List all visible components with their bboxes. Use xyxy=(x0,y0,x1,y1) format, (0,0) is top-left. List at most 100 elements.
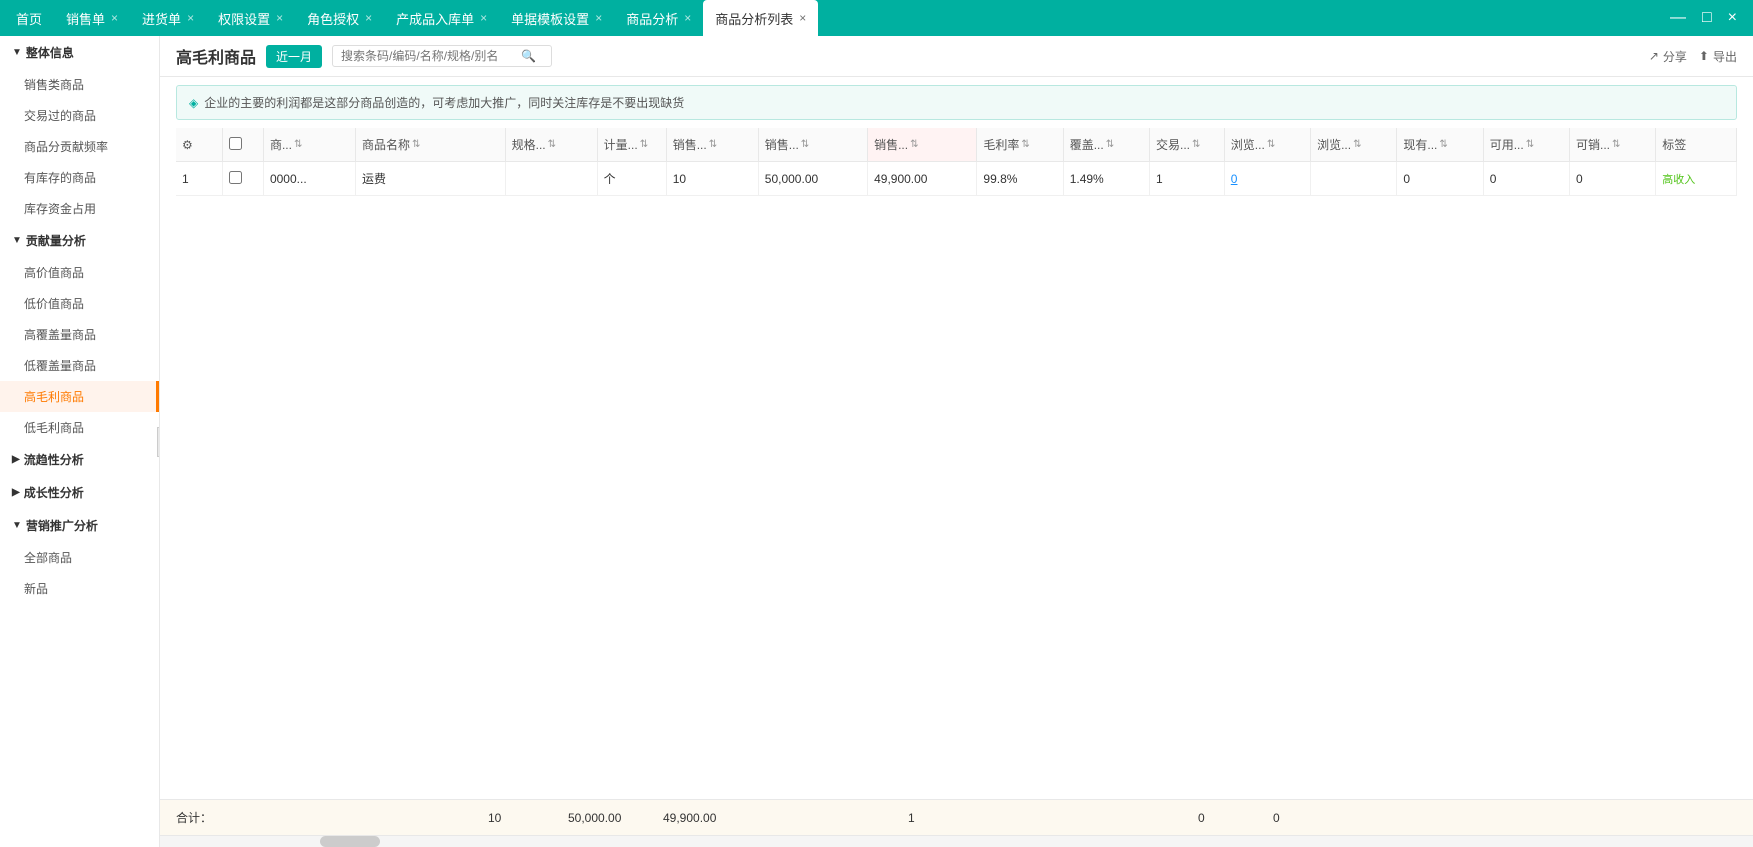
sidebar-item-low-value[interactable]: 低价值商品 xyxy=(0,288,159,319)
td-current: 0 xyxy=(1397,162,1483,196)
sort-browse2-icon[interactable]: ⇅ xyxy=(1353,139,1361,150)
search-input[interactable] xyxy=(341,49,521,63)
close-tab-analysis-list[interactable]: × xyxy=(799,11,806,25)
nav-template-settings[interactable]: 单据模板设置 × xyxy=(499,0,614,36)
sort-spec-icon[interactable]: ⇅ xyxy=(548,139,556,150)
footer-browse1 xyxy=(967,811,1042,825)
sort-browse1-icon[interactable]: ⇅ xyxy=(1267,139,1275,150)
close-tab-permission[interactable]: × xyxy=(276,11,283,25)
nav-product-analysis[interactable]: 商品分析 × xyxy=(614,0,703,36)
th-code[interactable]: 商... ⇅ xyxy=(263,128,355,162)
content-header: 高毛利商品 近一月 🔍 ↗ 分享 ⬆ 导出 xyxy=(160,36,1753,77)
main-layout: 《 ▼ 整体信息 销售类商品 交易过的商品 商品分贡献频率 有库存的商品 库存资… xyxy=(0,36,1753,847)
th-sellable[interactable]: 可销... ⇅ xyxy=(1569,128,1655,162)
td-trade: 1 xyxy=(1150,162,1225,196)
th-sales-cost[interactable]: 销售... ⇅ xyxy=(868,128,977,162)
close-tab-sales[interactable]: × xyxy=(111,11,118,25)
nav-product-analysis-list[interactable]: 商品分析列表 × xyxy=(703,0,818,36)
maximize-icon[interactable]: □ xyxy=(1698,5,1716,31)
sidebar-group-overall[interactable]: ▼ 整体信息 xyxy=(0,36,159,69)
td-check[interactable] xyxy=(222,162,263,196)
sidebar-group-trend[interactable]: ▶ 流趋性分析 xyxy=(0,443,159,476)
browse1-link[interactable]: 0 xyxy=(1231,172,1238,186)
close-tab-purchase[interactable]: × xyxy=(187,11,194,25)
td-sales-amt: 50,000.00 xyxy=(758,162,867,196)
export-button[interactable]: ⬆ 导出 xyxy=(1699,48,1737,65)
close-tab-finished[interactable]: × xyxy=(480,11,487,25)
sidebar-collapse-button[interactable]: 《 xyxy=(157,427,160,457)
th-browse2[interactable]: 浏览... ⇅ xyxy=(1311,128,1397,162)
sort-code-icon[interactable]: ⇅ xyxy=(294,139,302,150)
th-tag[interactable]: 标签 xyxy=(1656,128,1737,162)
sidebar-item-traded-goods[interactable]: 交易过的商品 xyxy=(0,100,159,131)
td-gross-rate: 99.8% xyxy=(977,162,1063,196)
th-avail[interactable]: 可用... ⇅ xyxy=(1483,128,1569,162)
th-gear[interactable]: ⚙ xyxy=(176,128,222,162)
sort-trade-icon[interactable]: ⇅ xyxy=(1192,139,1200,150)
minimize-icon[interactable]: — xyxy=(1666,5,1690,31)
sort-name-icon[interactable]: ⇅ xyxy=(412,139,420,150)
nav-finished-goods[interactable]: 产成品入库单 × xyxy=(384,0,499,36)
sort-sellable-icon[interactable]: ⇅ xyxy=(1612,139,1620,150)
sidebar-item-stock-capital[interactable]: 库存资金占用 xyxy=(0,193,159,224)
close-tab-template[interactable]: × xyxy=(595,11,602,25)
close-window-icon[interactable]: × xyxy=(1724,5,1741,31)
td-spec xyxy=(505,162,597,196)
nav-home[interactable]: 首页 xyxy=(4,0,54,36)
sidebar-item-in-stock-goods[interactable]: 有库存的商品 xyxy=(0,162,159,193)
footer-label: 合计： xyxy=(176,809,256,826)
share-button[interactable]: ↗ 分享 xyxy=(1649,48,1687,65)
search-icon[interactable]: 🔍 xyxy=(521,49,536,63)
th-sales-amt[interactable]: 销售... ⇅ xyxy=(758,128,867,162)
sidebar-item-sales-goods[interactable]: 销售类商品 xyxy=(0,69,159,100)
nav-sales-order[interactable]: 销售单 × xyxy=(54,0,130,36)
info-banner: ◈ 企业的主要的利润都是这部分商品创造的，可考虑加大推广，同时关注库存是不要出现… xyxy=(176,85,1737,120)
th-checkbox[interactable] xyxy=(222,128,263,162)
th-name[interactable]: 商品名称 ⇅ xyxy=(356,128,506,162)
sidebar-group-marketing[interactable]: ▼ 营销推广分析 xyxy=(0,509,159,542)
sort-unit-icon[interactable]: ⇅ xyxy=(640,139,648,150)
th-unit[interactable]: 计量... ⇅ xyxy=(597,128,666,162)
close-tab-role[interactable]: × xyxy=(365,11,372,25)
sidebar-item-high-value[interactable]: 高价值商品 xyxy=(0,257,159,288)
top-nav-right: — □ × xyxy=(1666,5,1749,31)
th-browse1[interactable]: 浏览... ⇅ xyxy=(1224,128,1310,162)
footer-sales-qty: 10 xyxy=(482,811,562,825)
sort-cover-icon[interactable]: ⇅ xyxy=(1106,139,1114,150)
nav-purchase-order[interactable]: 进货单 × xyxy=(130,0,206,36)
sidebar-item-low-margin[interactable]: 低毛利商品 xyxy=(0,412,159,443)
sidebar-group-contribution[interactable]: ▼ 贡献量分析 xyxy=(0,224,159,257)
sidebar-item-contribution-rate[interactable]: 商品分贡献频率 xyxy=(0,131,159,162)
sidebar-item-high-coverage[interactable]: 高覆盖量商品 xyxy=(0,319,159,350)
th-gross-rate[interactable]: 毛利率 ⇅ xyxy=(977,128,1063,162)
sidebar-item-low-coverage[interactable]: 低覆盖量商品 xyxy=(0,350,159,381)
sort-salescost-icon[interactable]: ⇅ xyxy=(910,139,918,150)
sidebar-item-all-goods[interactable]: 全部商品 xyxy=(0,542,159,573)
time-filter-button[interactable]: 近一月 xyxy=(266,45,322,68)
td-sales-qty: 10 xyxy=(666,162,758,196)
sort-avail-icon[interactable]: ⇅ xyxy=(1526,139,1534,150)
row-checkbox[interactable] xyxy=(229,171,242,184)
nav-permission-settings[interactable]: 权限设置 × xyxy=(206,0,295,36)
sort-grossrate-icon[interactable]: ⇅ xyxy=(1021,139,1029,150)
footer-spacer-2 xyxy=(422,811,482,825)
horizontal-scrollbar[interactable] xyxy=(160,835,1753,847)
footer-values: 10 50,000.00 49,900.00 1 0 0 xyxy=(256,811,1737,825)
sidebar-item-high-margin[interactable]: 高毛利商品 xyxy=(0,381,159,412)
nav-role-auth[interactable]: 角色授权 × xyxy=(295,0,384,36)
close-tab-analysis[interactable]: × xyxy=(684,11,691,25)
sort-current-icon[interactable]: ⇅ xyxy=(1439,139,1447,150)
td-browse1[interactable]: 0 xyxy=(1224,162,1310,196)
sidebar-item-new-goods[interactable]: 新品 xyxy=(0,573,159,604)
th-current[interactable]: 现有... ⇅ xyxy=(1397,128,1483,162)
td-num: 1 xyxy=(176,162,222,196)
td-unit: 个 xyxy=(597,162,666,196)
sort-salesamt-icon[interactable]: ⇅ xyxy=(801,139,809,150)
th-cover[interactable]: 覆盖... ⇅ xyxy=(1063,128,1149,162)
sort-salesqty-icon[interactable]: ⇅ xyxy=(709,139,717,150)
select-all-checkbox[interactable] xyxy=(229,137,242,150)
th-spec[interactable]: 规格... ⇅ xyxy=(505,128,597,162)
th-trade[interactable]: 交易... ⇅ xyxy=(1150,128,1225,162)
th-sales-qty[interactable]: 销售... ⇅ xyxy=(666,128,758,162)
sidebar-group-growth[interactable]: ▶ 成长性分析 xyxy=(0,476,159,509)
